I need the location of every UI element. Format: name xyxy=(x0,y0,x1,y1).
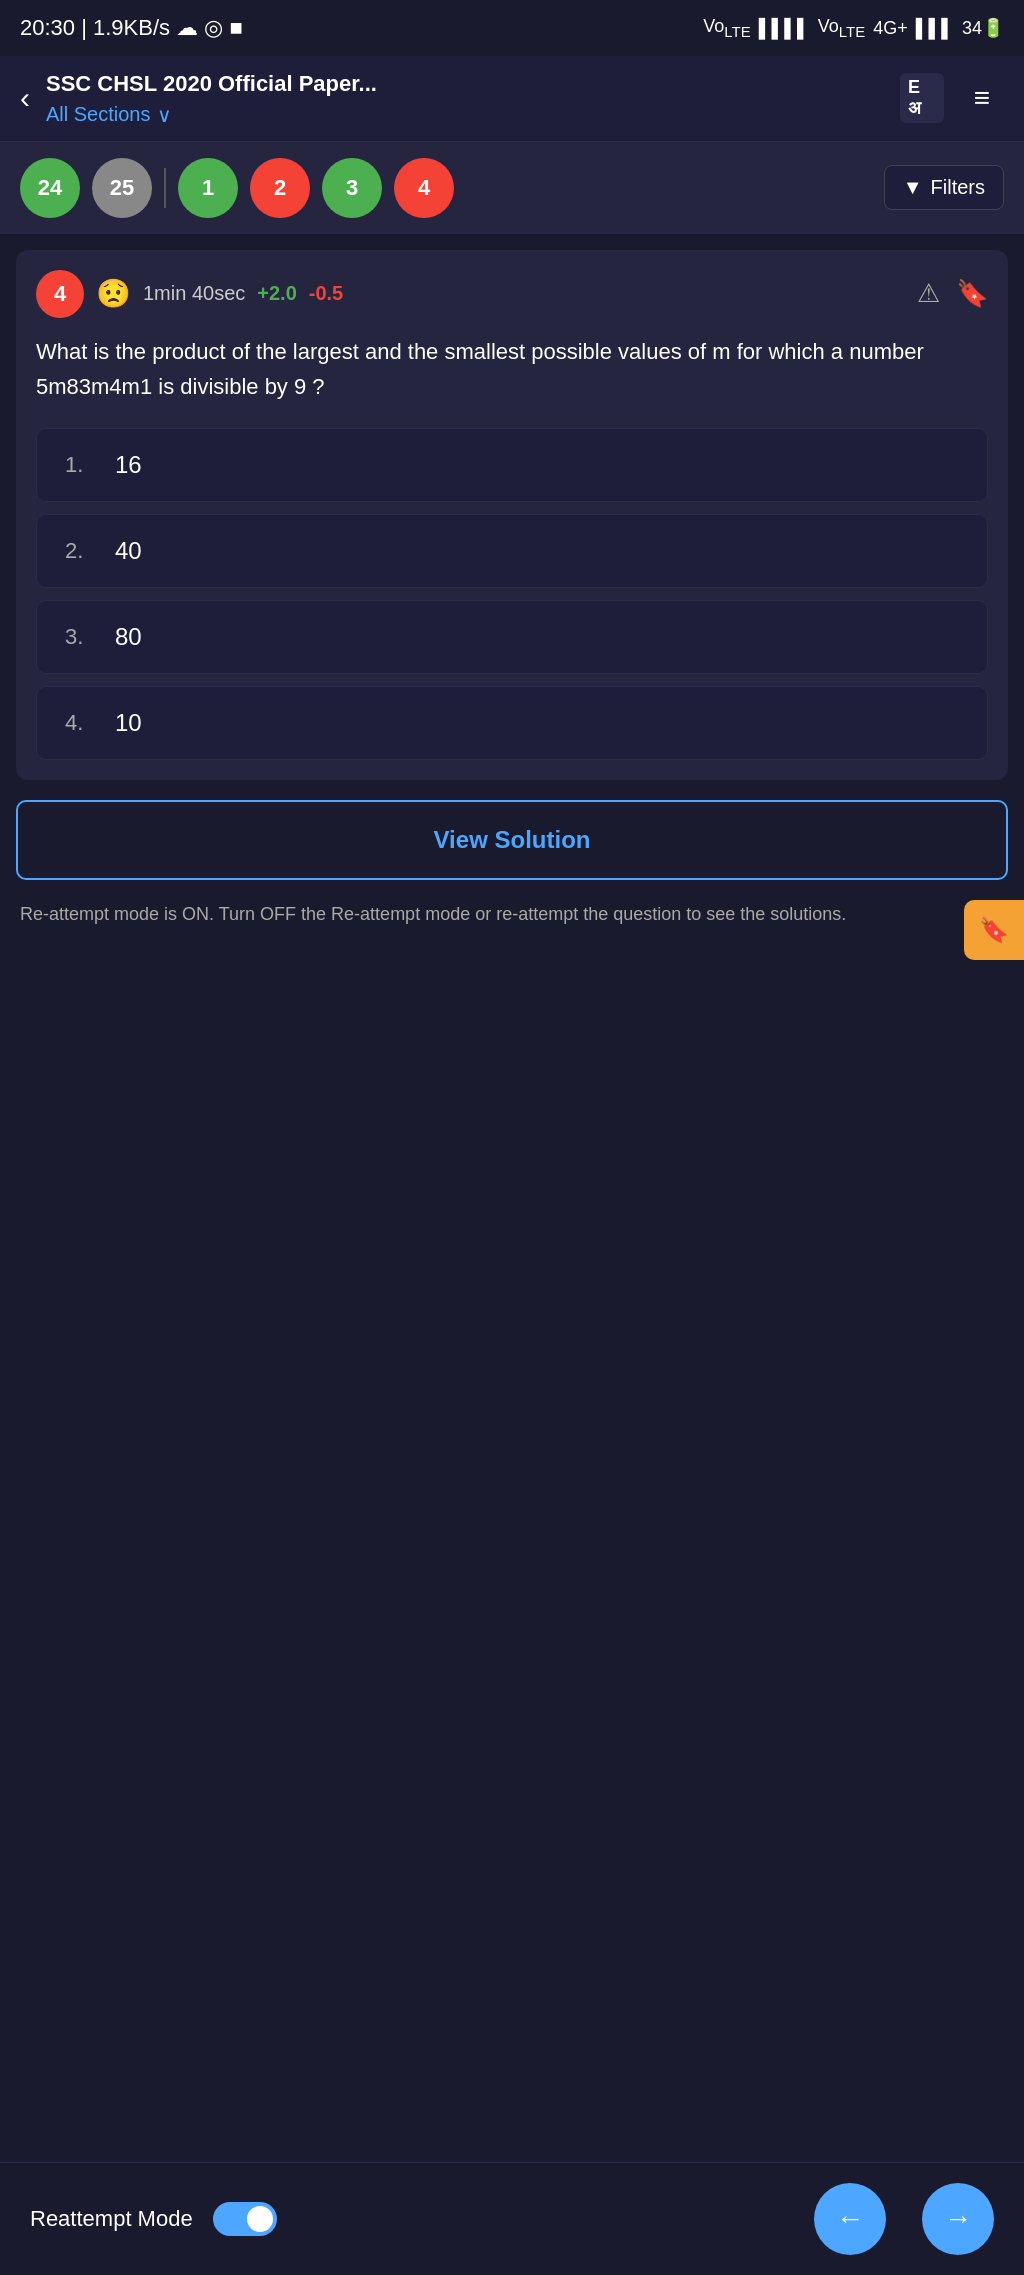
question-number-25[interactable]: 25 xyxy=(92,158,152,218)
option-2[interactable]: 2. 40 xyxy=(36,514,988,588)
stop-icon: ■ xyxy=(229,15,242,40)
reattempt-mode-label: Reattempt Mode xyxy=(30,2206,193,2232)
option-2-number: 2. xyxy=(65,538,95,564)
meta-icons-right: ⚠ 🔖 xyxy=(917,278,988,309)
status-indicators: VoLTE ▌▌▌▌ VoLTE 4G+ ▌▌▌ 34🔋 xyxy=(703,16,1004,40)
status-speed: | 1.9KB/s xyxy=(81,15,170,40)
cloud-icon: ☁ xyxy=(176,15,198,40)
option-4[interactable]: 4. 10 xyxy=(36,686,988,760)
edu-icon: E अ xyxy=(900,73,944,123)
question-number-24[interactable]: 24 xyxy=(20,158,80,218)
prev-icon: ← xyxy=(836,2203,864,2235)
filters-button[interactable]: ▼ Filters xyxy=(884,165,1004,210)
reattempt-info-text: Re-attempt mode is ON. Turn OFF the Re-a… xyxy=(0,900,1024,949)
question-number-4[interactable]: 4 xyxy=(394,158,454,218)
battery-icon: 34🔋 xyxy=(962,17,1004,39)
next-icon: → xyxy=(944,2203,972,2235)
question-meta: 4 😟 1min 40sec +2.0 -0.5 ⚠ 🔖 xyxy=(36,270,988,318)
menu-icon: ≡ xyxy=(974,82,990,114)
filters-label: Filters xyxy=(931,176,985,199)
header-title-section: SSC CHSL 2020 Official Paper... All Sect… xyxy=(46,70,884,127)
prev-button[interactable]: ← xyxy=(814,2183,886,2255)
question-number-1[interactable]: 1 xyxy=(178,158,238,218)
content-spacer xyxy=(0,949,1024,1349)
alert-icon[interactable]: ⚠ xyxy=(917,278,940,309)
question-text: What is the product of the largest and t… xyxy=(36,334,988,404)
bar-separator xyxy=(164,168,166,208)
status-time-speed: 20:30 | 1.9KB/s ☁ ◎ ■ xyxy=(20,15,243,41)
floating-icon: 🔖 xyxy=(979,916,1009,944)
4g-indicator: 4G+ xyxy=(873,18,908,39)
signal2-icon: ▌▌▌ xyxy=(916,18,954,39)
reattempt-toggle[interactable] xyxy=(213,2202,277,2236)
question-number-bar: 24 25 1 2 3 4 ▼ Filters xyxy=(0,142,1024,234)
option-1-number: 1. xyxy=(65,452,95,478)
header: ‹ SSC CHSL 2020 Official Paper... All Se… xyxy=(0,56,1024,142)
question-badge: 4 xyxy=(36,270,84,318)
toggle-knob xyxy=(247,2206,273,2232)
all-sections-label: All Sections xyxy=(46,103,151,126)
floating-action-button[interactable]: 🔖 xyxy=(964,900,1024,960)
option-4-value: 10 xyxy=(115,709,142,737)
question-number-3[interactable]: 3 xyxy=(322,158,382,218)
chevron-down-icon: ∨ xyxy=(157,103,172,127)
compass-icon: ◎ xyxy=(204,15,223,40)
next-button[interactable]: → xyxy=(922,2183,994,2255)
all-sections-dropdown[interactable]: All Sections ∨ xyxy=(46,103,884,127)
lte2-indicator: VoLTE xyxy=(818,16,865,40)
option-1[interactable]: 1. 16 xyxy=(36,428,988,502)
option-3[interactable]: 3. 80 xyxy=(36,600,988,674)
lte-indicator: VoLTE xyxy=(703,16,750,40)
header-title: SSC CHSL 2020 Official Paper... xyxy=(46,70,884,99)
header-icons: E अ ≡ xyxy=(900,76,1004,120)
options-list: 1. 16 2. 40 3. 80 4. 10 xyxy=(36,428,988,760)
time-display: 1min 40sec xyxy=(143,282,245,305)
view-solution-button[interactable]: View Solution xyxy=(16,800,1008,880)
option-3-value: 80 xyxy=(115,623,142,651)
question-number-2[interactable]: 2 xyxy=(250,158,310,218)
bookmark-icon[interactable]: 🔖 xyxy=(956,278,988,309)
status-bar: 20:30 | 1.9KB/s ☁ ◎ ■ VoLTE ▌▌▌▌ VoLTE 4… xyxy=(0,0,1024,56)
question-card: 4 😟 1min 40sec +2.0 -0.5 ⚠ 🔖 What is the… xyxy=(16,250,1008,780)
bottom-bar: Reattempt Mode ← → xyxy=(0,2162,1024,2275)
timer-icon: 😟 xyxy=(96,277,131,310)
score-plus: +2.0 xyxy=(257,282,296,305)
signal-icon: ▌▌▌▌ xyxy=(759,18,810,39)
back-button[interactable]: ‹ xyxy=(20,83,30,113)
menu-button[interactable]: ≡ xyxy=(960,76,1004,120)
edu-icon-button[interactable]: E अ xyxy=(900,76,944,120)
option-3-number: 3. xyxy=(65,624,95,650)
option-2-value: 40 xyxy=(115,537,142,565)
status-time: 20:30 xyxy=(20,15,75,40)
option-4-number: 4. xyxy=(65,710,95,736)
option-1-value: 16 xyxy=(115,451,142,479)
score-minus: -0.5 xyxy=(309,282,343,305)
filter-icon: ▼ xyxy=(903,176,923,199)
